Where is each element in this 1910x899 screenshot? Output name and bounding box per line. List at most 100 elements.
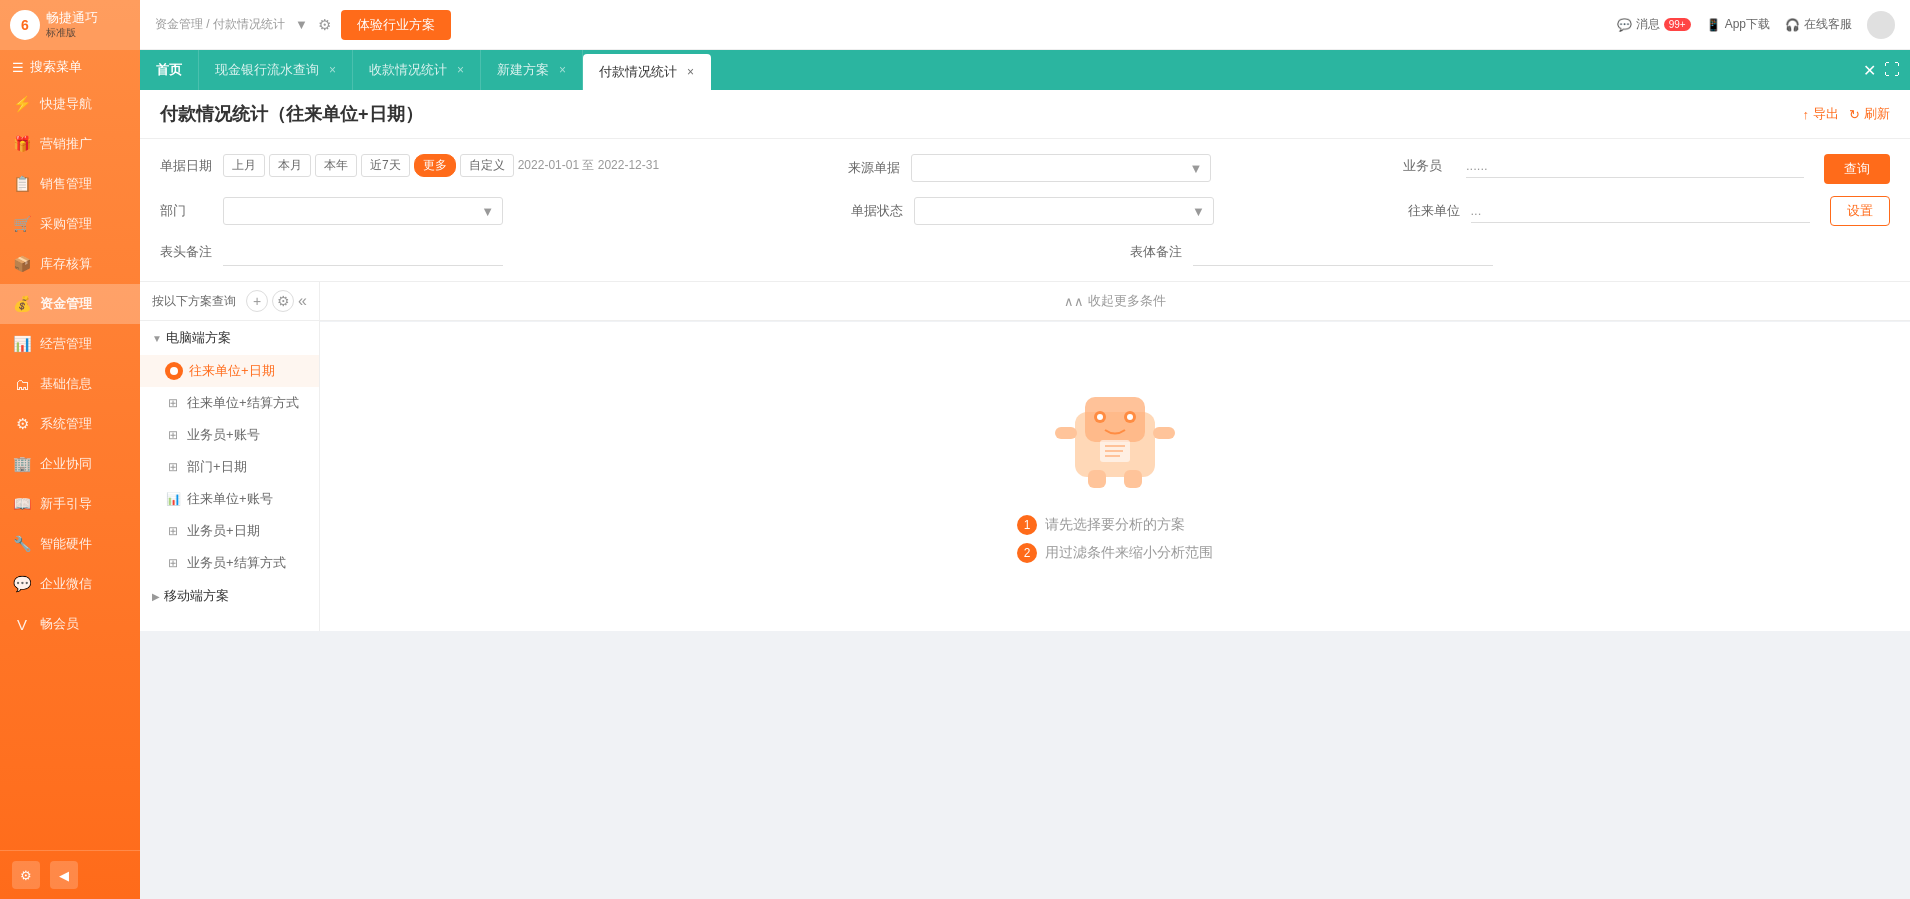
doc-status-select[interactable]: ▼ <box>914 197 1214 225</box>
body-note-input[interactable] <box>1193 238 1493 266</box>
export-btn[interactable]: ↑ 导出 <box>1803 105 1840 123</box>
scheme-item-salesman-date[interactable]: ⊞ 业务员+日期 <box>140 515 319 547</box>
trial-btn[interactable]: 体验行业方案 <box>341 10 451 40</box>
dept-filter-field: 部门 ▼ <box>160 197 831 225</box>
app-download-btn[interactable]: 📱 App下载 <box>1706 16 1770 33</box>
scheme-item-salesman-account[interactable]: ⊞ 业务员+账号 <box>140 419 319 451</box>
body-note-field: 表体备注 <box>1130 238 1890 266</box>
header-note-input[interactable] <box>223 238 503 266</box>
tab-home[interactable]: 首页 <box>140 50 199 90</box>
tab-bank-close[interactable]: × <box>329 63 336 77</box>
sidebar-bottom: ⚙ ◀ <box>0 850 140 899</box>
svg-rect-6 <box>1055 427 1077 439</box>
scheme-item-partner-date[interactable]: 往来单位+日期 <box>140 355 319 387</box>
svg-point-5 <box>1127 414 1133 420</box>
user-avatar[interactable] <box>1867 11 1895 39</box>
scheme-item-partner-settlement[interactable]: ⊞ 往来单位+结算方式 <box>140 387 319 419</box>
tab-receipt-close[interactable]: × <box>457 63 464 77</box>
last-month-btn[interactable]: 上月 <box>223 154 265 177</box>
scheme-setting-btn[interactable]: ⚙ <box>272 290 294 312</box>
this-year-btn[interactable]: 本年 <box>315 154 357 177</box>
partner-label: 往来单位 <box>1408 202 1463 220</box>
sidebar-item-capital[interactable]: 💰 资金管理 <box>0 284 140 324</box>
capital-icon: 💰 <box>12 294 32 314</box>
hardware-icon: 🔧 <box>12 534 32 554</box>
marketing-icon: 🎁 <box>12 134 32 154</box>
partner-select[interactable]: ... <box>1471 199 1811 223</box>
scheme-item-salesman-settlement[interactable]: ⊞ 业务员+结算方式 <box>140 547 319 579</box>
this-month-btn[interactable]: 本月 <box>269 154 311 177</box>
date-btns: 上月 本月 本年 近7天 更多 自定义 2022-01-01 至 2022-12… <box>223 154 659 177</box>
tab-close-all-btn[interactable]: ✕ <box>1863 61 1876 80</box>
doc-status-label: 单据状态 <box>851 202 906 220</box>
tab-new-plan[interactable]: 新建方案 × <box>481 50 583 90</box>
purchase-icon: 🛒 <box>12 214 32 234</box>
sidebar-item-weixin[interactable]: 💬 企业微信 <box>0 564 140 604</box>
custom-btn[interactable]: 自定义 <box>460 154 514 177</box>
tab-new-plan-close[interactable]: × <box>559 63 566 77</box>
empty-tip-2: 2 用过滤条件来缩小分析范围 <box>1017 543 1213 563</box>
dept-label: 部门 <box>160 202 215 220</box>
query-btn[interactable]: 查询 <box>1824 154 1890 184</box>
header-note-label: 表头备注 <box>160 243 215 261</box>
last-7days-btn[interactable]: 近7天 <box>361 154 410 177</box>
scheme-table-icon-2: ⊞ <box>165 459 181 475</box>
sidebar-item-purchase[interactable]: 🛒 采购管理 <box>0 204 140 244</box>
header-actions: 💬 消息 99+ 📱 App下载 🎧 在线客服 <box>1617 11 1895 39</box>
sidebar-logo: 6 畅捷通巧 标准版 <box>0 0 140 50</box>
sidebar-item-marketing[interactable]: 🎁 营销推广 <box>0 124 140 164</box>
tab-maximize-btn[interactable]: ⛶ <box>1884 61 1900 79</box>
member-icon: V <box>12 614 32 634</box>
sidebar-item-inventory[interactable]: 📦 库存核算 <box>0 244 140 284</box>
header-gear-icon[interactable]: ⚙ <box>318 16 331 34</box>
settings-btn[interactable]: 设置 <box>1830 196 1890 226</box>
scheme-table-icon-0: ⊞ <box>165 395 181 411</box>
scheme-item-partner-account[interactable]: 📊 往来单位+账号 <box>140 483 319 515</box>
sidebar-item-basic[interactable]: 🗂 基础信息 <box>0 364 140 404</box>
svg-rect-7 <box>1153 427 1175 439</box>
tab-bar: 首页 现金银行流水查询 × 收款情况统计 × 新建方案 × 付款情况统计 × ✕… <box>140 50 1910 90</box>
sidebar-settings-btn[interactable]: ⚙ <box>12 861 40 889</box>
operation-icon: 📊 <box>12 334 32 354</box>
tab-receipt[interactable]: 收款情况统计 × <box>353 50 481 90</box>
search-menu[interactable]: ☰ 搜索菜单 <box>0 50 140 84</box>
more-btn[interactable]: 更多 <box>414 154 456 177</box>
tab-payment-close[interactable]: × <box>687 65 694 79</box>
message-icon: 💬 <box>1617 18 1632 32</box>
empty-state: 1 请先选择要分析的方案 2 用过滤条件来缩小分析范围 <box>320 322 1910 631</box>
tab-bank[interactable]: 现金银行流水查询 × <box>199 50 353 90</box>
scheme-collapse-btn[interactable]: « <box>298 292 307 310</box>
sidebar-item-system[interactable]: ⚙ 系统管理 <box>0 404 140 444</box>
sidebar-item-quick-nav[interactable]: ⚡ 快捷导航 <box>0 84 140 124</box>
scheme-add-btn[interactable]: + <box>246 290 268 312</box>
pc-group-arrow: ▼ <box>152 333 162 344</box>
scheme-item-dept-date[interactable]: ⊞ 部门+日期 <box>140 451 319 483</box>
source-select-arrow: ▼ <box>1189 161 1202 176</box>
sidebar-item-guide[interactable]: 📖 新手引导 <box>0 484 140 524</box>
message-btn[interactable]: 💬 消息 99+ <box>1617 16 1691 33</box>
header-dropdown-icon[interactable]: ▼ <box>295 17 308 32</box>
sidebar-item-sales[interactable]: 📋 销售管理 <box>0 164 140 204</box>
scheme-table-icon-3: ⊞ <box>165 523 181 539</box>
tip2-num: 2 <box>1017 543 1037 563</box>
sidebar-item-operation[interactable]: 📊 经营管理 <box>0 324 140 364</box>
source-select[interactable]: ▼ <box>911 154 1211 182</box>
service-btn[interactable]: 🎧 在线客服 <box>1785 16 1852 33</box>
sidebar-item-enterprise[interactable]: 🏢 企业协同 <box>0 444 140 484</box>
date-label: 单据日期 <box>160 157 215 175</box>
pc-group-header[interactable]: ▼ 电脑端方案 <box>140 321 319 355</box>
mobile-group-header[interactable]: ▶ 移动端方案 <box>140 579 319 613</box>
salesman-select[interactable]: ...... <box>1466 154 1804 178</box>
scheme-sidebar: 按以下方案查询 + ⚙ « ▼ 电脑端方案 <box>140 282 320 631</box>
tab-payment[interactable]: 付款情况统计 × <box>583 54 711 90</box>
sidebar-item-member[interactable]: V 畅会员 <box>0 604 140 644</box>
collapse-bar[interactable]: ∧∧ 收起更多条件 <box>320 282 1910 321</box>
content-area: 按以下方案查询 + ⚙ « ▼ 电脑端方案 <box>140 282 1910 631</box>
refresh-icon: ↻ <box>1849 107 1860 122</box>
sidebar-collapse-btn[interactable]: ◀ <box>50 861 78 889</box>
dept-select[interactable]: ▼ <box>223 197 503 225</box>
empty-texts: 1 请先选择要分析的方案 2 用过滤条件来缩小分析范围 <box>1017 515 1213 571</box>
refresh-btn[interactable]: ↻ 刷新 <box>1849 105 1890 123</box>
sidebar-item-hardware[interactable]: 🔧 智能硬件 <box>0 524 140 564</box>
doc-status-filter-field: 单据状态 ▼ <box>851 197 1388 225</box>
